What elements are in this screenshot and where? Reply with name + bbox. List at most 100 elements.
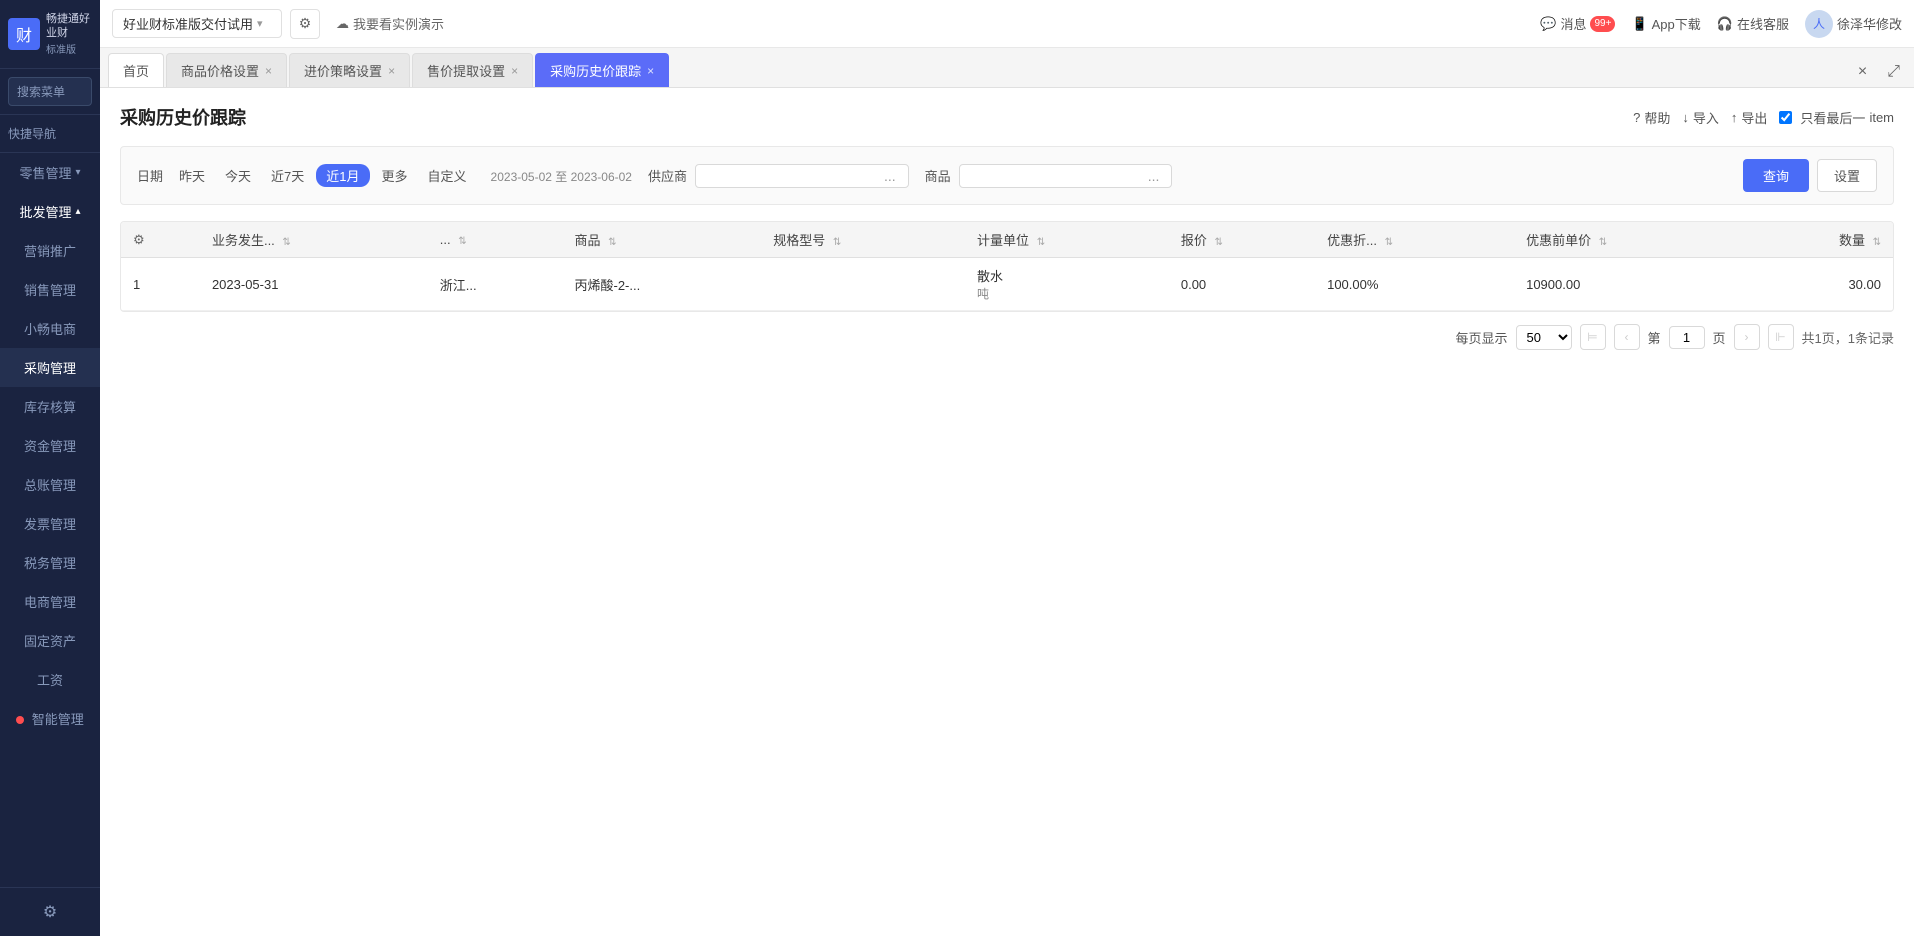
sidebar-item-payroll[interactable]: 工资 bbox=[0, 660, 100, 699]
user-name: 徐泽华修改 bbox=[1837, 14, 1902, 33]
last-page-button[interactable]: ⊩ bbox=[1768, 324, 1794, 350]
sidebar-item-fixed-assets[interactable]: 固定资产 bbox=[0, 621, 100, 660]
sidebar-item-smart[interactable]: 智能管理 bbox=[0, 699, 100, 738]
headset-icon: 🎧 bbox=[1717, 16, 1733, 32]
col-spec[interactable]: 规格型号 ⇅ bbox=[761, 222, 965, 258]
col-quote[interactable]: 报价 ⇅ bbox=[1169, 222, 1315, 258]
topbar: 好业财标准版交付试用 ▾ ⚙ ☁ 我要看实例演示 💬 消息 99+ 📱 App下… bbox=[100, 0, 1914, 48]
tab-maximize-button[interactable]: ⤢ bbox=[1877, 57, 1910, 87]
filter-settings-button[interactable]: 设置 bbox=[1817, 159, 1877, 192]
close-icon[interactable]: × bbox=[647, 64, 654, 78]
product-name: 好业财标准版交付试用 bbox=[123, 14, 253, 33]
col-discount[interactable]: 优惠折... ⇅ bbox=[1315, 222, 1514, 258]
first-page-button[interactable]: ⊨ bbox=[1580, 324, 1606, 350]
sidebar-item-sales[interactable]: 销售管理 bbox=[0, 270, 100, 309]
sidebar-item-label: 总账管理 bbox=[24, 478, 76, 493]
sidebar-item-retail[interactable]: 零售管理 ▾ bbox=[0, 153, 100, 192]
tab-sale-price[interactable]: 售价提取设置 × bbox=[412, 53, 533, 87]
supplier-input[interactable] bbox=[704, 168, 880, 183]
next-page-button[interactable]: › bbox=[1734, 324, 1760, 350]
sidebar-item-wholesale[interactable]: 批发管理 ▴ bbox=[0, 192, 100, 231]
tab-purchase-history[interactable]: 采购历史价跟踪 × bbox=[535, 53, 669, 87]
col-business-date[interactable]: 业务发生... ⇅ bbox=[200, 222, 428, 258]
per-page-select[interactable]: 50 10 20 100 bbox=[1516, 325, 1572, 350]
close-icon[interactable]: × bbox=[388, 64, 395, 78]
query-button[interactable]: 查询 bbox=[1743, 159, 1809, 192]
goods-dots-button[interactable]: ... bbox=[1144, 168, 1164, 184]
messages-label: 消息 bbox=[1560, 14, 1586, 33]
demo-link[interactable]: ☁ 我要看实例演示 bbox=[336, 14, 444, 33]
date-opt-yesterday[interactable]: 昨天 bbox=[171, 164, 213, 187]
sidebar-item-label: 小畅电商 bbox=[24, 322, 76, 337]
sidebar-item-ledger[interactable]: 总账管理 bbox=[0, 465, 100, 504]
export-button[interactable]: ↑ 导出 bbox=[1731, 108, 1768, 127]
date-opt-custom[interactable]: 自定义 bbox=[420, 164, 475, 187]
col-label: 数量 bbox=[1839, 233, 1865, 248]
col-label: 报价 bbox=[1181, 233, 1207, 248]
gear-icon[interactable]: ⚙ bbox=[133, 232, 145, 247]
date-opt-more[interactable]: 更多 bbox=[374, 164, 416, 187]
logo-icon: 财 bbox=[8, 18, 40, 50]
quick-nav-item[interactable]: 快捷导航 bbox=[0, 119, 100, 148]
sidebar-item-marketing[interactable]: 营销推广 bbox=[0, 231, 100, 270]
tab-close-button[interactable]: × bbox=[1848, 57, 1877, 87]
sidebar-item-ecommerce[interactable]: 电商管理 bbox=[0, 582, 100, 621]
pagination: 每页显示 50 10 20 100 ⊨ ‹ 第 页 › ⊩ 共1页，1条记录 bbox=[120, 312, 1894, 350]
messages-action[interactable]: 💬 消息 99+ bbox=[1540, 14, 1615, 33]
tab-purchase-strategy[interactable]: 进价策略设置 × bbox=[289, 53, 410, 87]
col-settings: ⚙ bbox=[121, 222, 200, 258]
sidebar-item-inventory[interactable]: 库存核算 bbox=[0, 387, 100, 426]
table-header: ⚙ 业务发生... ⇅ ... ⇅ 商品 bbox=[121, 222, 1893, 258]
only-latest-checkbox-label[interactable]: 只看最后一 item bbox=[1779, 108, 1894, 127]
col-goods[interactable]: 商品 ⇅ bbox=[563, 222, 762, 258]
sidebar-settings-button[interactable]: ⚙ bbox=[8, 896, 92, 928]
dropdown-icon: ▾ bbox=[257, 17, 263, 30]
sort-arrows-icon: ⇅ bbox=[1873, 237, 1881, 248]
expand-arrow-icon: ▴ bbox=[75, 206, 80, 217]
goods-input[interactable] bbox=[968, 168, 1144, 183]
tab-goods-price[interactable]: 商品价格设置 × bbox=[166, 53, 287, 87]
help-button[interactable]: ? 帮助 bbox=[1633, 108, 1670, 127]
user-profile-action[interactable]: 人 徐泽华修改 bbox=[1805, 10, 1902, 38]
app-download-action[interactable]: 📱 App下载 bbox=[1631, 14, 1700, 33]
sidebar-item-purchase[interactable]: 采购管理 bbox=[0, 348, 100, 387]
main-area: 好业财标准版交付试用 ▾ ⚙ ☁ 我要看实例演示 💬 消息 99+ 📱 App下… bbox=[100, 0, 1914, 936]
sidebar-item-invoice[interactable]: 发票管理 bbox=[0, 504, 100, 543]
user-avatar: 人 bbox=[1805, 10, 1833, 38]
tab-label: 进价策略设置 bbox=[304, 61, 382, 80]
close-icon[interactable]: × bbox=[511, 64, 518, 78]
search-menu-button[interactable]: 搜索菜单 bbox=[8, 77, 92, 106]
online-service-action[interactable]: 🎧 在线客服 bbox=[1717, 14, 1789, 33]
only-latest-checkbox[interactable] bbox=[1779, 111, 1792, 124]
sort-arrows-icon: ⇅ bbox=[1599, 237, 1607, 248]
sidebar-item-label: 采购管理 bbox=[24, 361, 76, 376]
sidebar-item-label: 库存核算 bbox=[24, 400, 76, 415]
topbar-right: 💬 消息 99+ 📱 App下载 🎧 在线客服 人 徐泽华修改 bbox=[1540, 10, 1902, 38]
topbar-settings-button[interactable]: ⚙ bbox=[290, 9, 320, 39]
sidebar-item-tax[interactable]: 税务管理 bbox=[0, 543, 100, 582]
page-number-input[interactable] bbox=[1669, 326, 1705, 349]
close-icon[interactable]: × bbox=[265, 64, 272, 78]
date-opt-7days[interactable]: 近7天 bbox=[263, 164, 312, 187]
col-unit[interactable]: 计量单位 ⇅ bbox=[965, 222, 1169, 258]
per-page-label: 每页显示 bbox=[1455, 328, 1507, 347]
demo-link-text: 我要看实例演示 bbox=[353, 14, 444, 33]
sidebar-item-ecommerce-small[interactable]: 小畅电商 bbox=[0, 309, 100, 348]
date-opt-1month[interactable]: 近1月 bbox=[316, 164, 369, 187]
date-opt-today[interactable]: 今天 bbox=[217, 164, 259, 187]
col-price-before-discount[interactable]: 优惠前单价 ⇅ bbox=[1514, 222, 1747, 258]
sort-arrows-icon: ⇅ bbox=[1037, 237, 1045, 248]
product-selector[interactable]: 好业财标准版交付试用 ▾ bbox=[112, 9, 282, 38]
col-quantity[interactable]: 数量 ⇅ bbox=[1747, 222, 1893, 258]
prev-page-button[interactable]: ‹ bbox=[1614, 324, 1640, 350]
page-inner: 采购历史价跟踪 ? 帮助 ↓ 导入 ↑ 导出 bbox=[100, 88, 1914, 936]
sort-arrows-icon: ⇅ bbox=[608, 237, 616, 248]
col-more[interactable]: ... ⇅ bbox=[428, 222, 563, 258]
help-label: 帮助 bbox=[1644, 108, 1670, 127]
import-button[interactable]: ↓ 导入 bbox=[1682, 108, 1719, 127]
sidebar-item-label: 销售管理 bbox=[24, 283, 76, 298]
supplier-dots-button[interactable]: ... bbox=[880, 168, 900, 184]
sidebar-item-finance[interactable]: 资金管理 bbox=[0, 426, 100, 465]
tab-home[interactable]: 首页 bbox=[108, 53, 164, 87]
col-label: 计量单位 bbox=[977, 233, 1029, 248]
